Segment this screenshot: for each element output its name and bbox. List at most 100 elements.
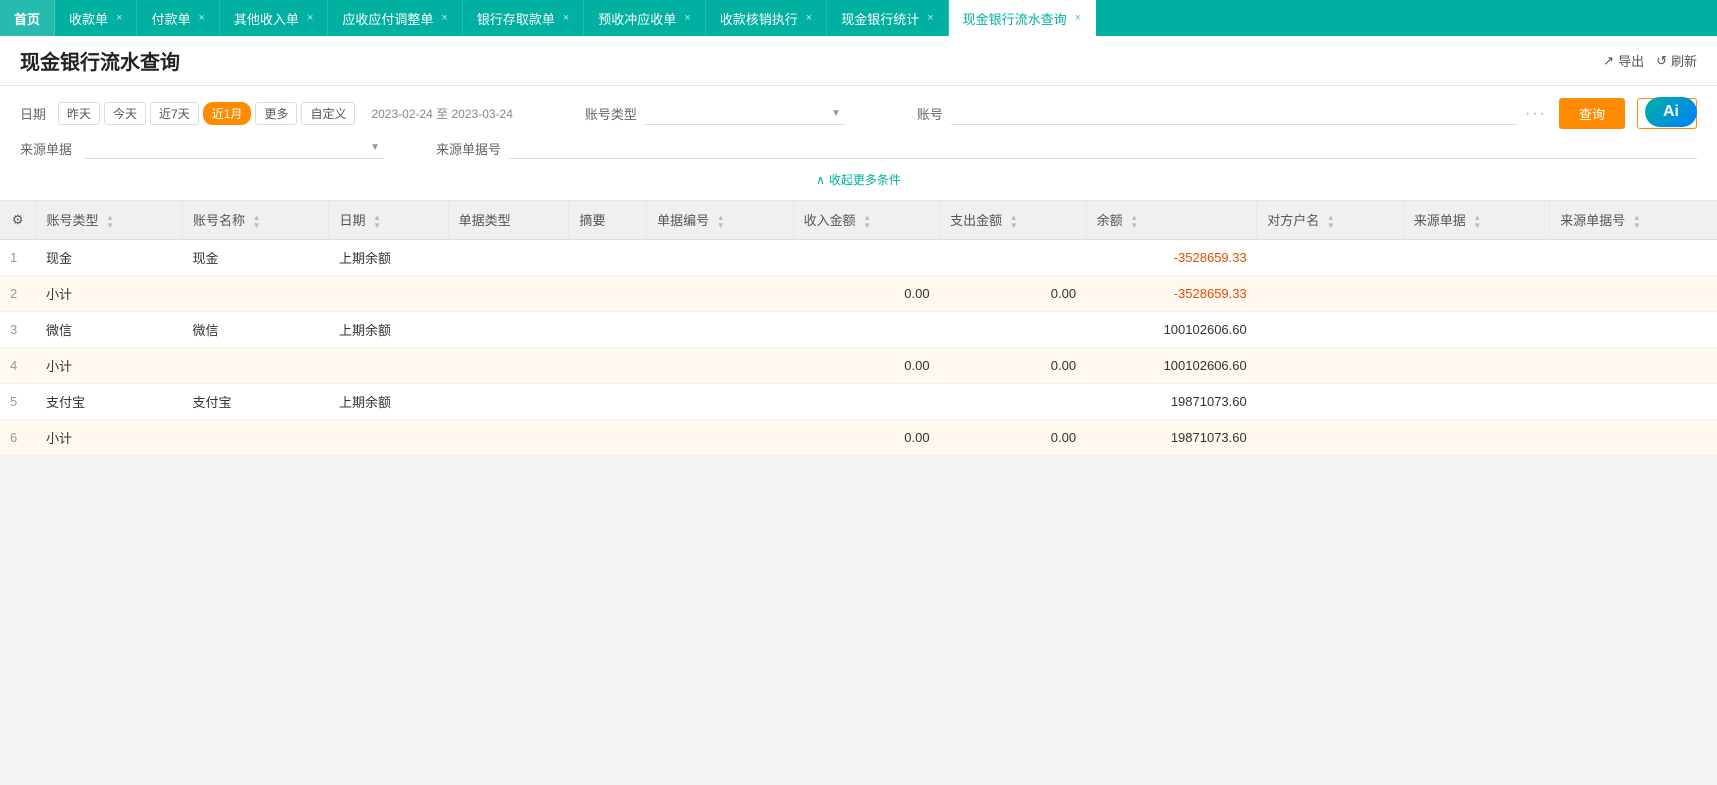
cell-source-doc [1403,275,1549,311]
cell-num: 4 [0,347,36,383]
cell-balance: 19871073.60 [1086,383,1257,419]
cell-summary [569,311,647,347]
table-row[interactable]: 2 小计 0.00 0.00 -3528659.33 [0,275,1717,311]
th-summary-label: 摘要 [579,213,605,228]
ai-button[interactable]: Ai [1645,97,1697,127]
th-summary[interactable]: 摘要 [569,201,647,239]
cell-account-type: 小计 [36,275,182,311]
cell-account-type: 小计 [36,347,182,383]
nav-ar-ap-adjust[interactable]: 应收应付调整单 × [328,0,462,36]
cell-source-doc [1403,419,1549,455]
date-btn-custom[interactable]: 自定义 [301,102,355,125]
account-type-select[interactable]: 现金 微信 支付宝 [645,103,845,124]
th-account-type-label: 账号类型 [47,213,99,228]
source-doc-select[interactable] [84,137,384,158]
nav-other-income[interactable]: 其他收入单 × [220,0,328,36]
date-btn-more[interactable]: 更多 [255,102,297,125]
nav-receipt-exec-close[interactable]: × [806,12,812,24]
cell-balance: 100102606.60 [1086,311,1257,347]
table-row[interactable]: 5 支付宝 支付宝 上期余额 19871073.60 [0,383,1717,419]
cell-doc-type [448,275,569,311]
nav-cash-bank-flow[interactable]: 现金银行流水查询 × [949,0,1096,36]
source-doc-no-input-wrapper [509,137,1697,159]
nav-bank-deposit[interactable]: 银行存取款单 × [463,0,584,36]
table-row[interactable]: 4 小计 0.00 0.00 100102606.60 [0,347,1717,383]
nav-ar-ap-adjust-close[interactable]: × [441,12,447,24]
cell-num: 1 [0,239,36,275]
nav-cash-bank-flow-close[interactable]: × [1075,12,1081,24]
account-more-icon[interactable]: ··· [1525,105,1547,123]
nav-cash-bank-stat-close[interactable]: × [927,12,933,24]
account-input[interactable] [951,103,1517,124]
cell-account-type: 小计 [36,419,182,455]
th-account-name[interactable]: 账号名称 ▲▼ [182,201,328,239]
cell-doc-type [448,347,569,383]
nav-home[interactable]: 首页 [0,0,55,36]
export-label: 导出 [1618,51,1644,70]
sort-arrows-counterpart: ▲▼ [1327,214,1335,230]
table-row[interactable]: 6 小计 0.00 0.00 19871073.60 [0,419,1717,455]
cell-income [793,383,939,419]
source-doc-no-input[interactable] [509,137,1697,158]
th-settings[interactable]: ⚙ [0,201,36,239]
cell-counterpart [1257,383,1403,419]
export-button[interactable]: ↗ 导出 [1603,51,1644,70]
cell-num: 6 [0,419,36,455]
refresh-icon: ↺ [1656,53,1667,69]
nav-bank-deposit-close[interactable]: × [563,12,569,24]
th-source-doc-no[interactable]: 来源单据号 ▲▼ [1550,201,1717,239]
nav-receipt-exec[interactable]: 收款核销执行 × [706,0,827,36]
th-source-doc[interactable]: 来源单据 ▲▼ [1403,201,1549,239]
nav-payment-close[interactable]: × [198,12,204,24]
collapse-button[interactable]: ∧ 收起更多条件 [20,167,1697,192]
cell-balance: 19871073.60 [1086,419,1257,455]
date-btn-7days[interactable]: 近7天 [150,102,199,125]
cell-source-doc [1403,311,1549,347]
cell-account-type: 支付宝 [36,383,182,419]
th-account-type[interactable]: 账号类型 ▲▼ [36,201,182,239]
nav-other-income-close[interactable]: × [307,12,313,24]
refresh-button[interactable]: ↺ 刷新 [1656,51,1697,70]
th-source-doc-no-label: 来源单据号 [1560,213,1625,228]
date-btn-1month[interactable]: 近1月 [203,102,252,125]
table-row[interactable]: 3 微信 微信 上期余额 100102606.60 [0,311,1717,347]
date-btn-yesterday[interactable]: 昨天 [58,102,100,125]
nav-payment[interactable]: 付款单 × [137,0,219,36]
date-btn-today[interactable]: 今天 [104,102,146,125]
account-input-wrapper [951,103,1517,125]
cell-expense [940,239,1086,275]
cell-income: 0.00 [793,347,939,383]
table-body: 1 现金 现金 上期余额 -3528659.33 2 小计 0.00 0.00 … [0,239,1717,455]
cell-source-doc [1403,239,1549,275]
nav-advance-offset-label: 预收冲应收单 [598,9,676,28]
cell-num: 2 [0,275,36,311]
cell-balance: 100102606.60 [1086,347,1257,383]
th-income[interactable]: 收入金额 ▲▼ [793,201,939,239]
cell-doc-no [647,347,793,383]
account-label: 账号 [917,104,943,123]
cell-date [329,419,448,455]
nav-receipt-label: 收款单 [69,9,108,28]
nav-cash-bank-flow-label: 现金银行流水查询 [963,9,1067,28]
cell-source-doc [1403,347,1549,383]
th-balance[interactable]: 余额 ▲▼ [1086,201,1257,239]
cell-date: 上期余额 [329,239,448,275]
cell-income: 0.00 [793,419,939,455]
nav-cash-bank-stat[interactable]: 现金银行统计 × [827,0,948,36]
nav-advance-offset[interactable]: 预收冲应收单 × [584,0,705,36]
th-expense[interactable]: 支出金额 ▲▼ [940,201,1086,239]
th-counterpart[interactable]: 对方户名 ▲▼ [1257,201,1403,239]
refresh-label: 刷新 [1671,51,1697,70]
ai-label: Ai [1663,103,1679,120]
nav-receipt[interactable]: 收款单 × [55,0,137,36]
th-doc-no[interactable]: 单据编号 ▲▼ [647,201,793,239]
nav-ar-ap-adjust-label: 应收应付调整单 [342,9,433,28]
query-button[interactable]: 查询 [1559,98,1625,129]
nav-advance-offset-close[interactable]: × [684,12,690,24]
th-doc-type[interactable]: 单据类型 [448,201,569,239]
th-date[interactable]: 日期 ▲▼ [329,201,448,239]
table-row[interactable]: 1 现金 现金 上期余额 -3528659.33 [0,239,1717,275]
sort-arrows-source-doc-no: ▲▼ [1633,214,1641,230]
cell-account-type: 现金 [36,239,182,275]
nav-receipt-close[interactable]: × [116,12,122,24]
